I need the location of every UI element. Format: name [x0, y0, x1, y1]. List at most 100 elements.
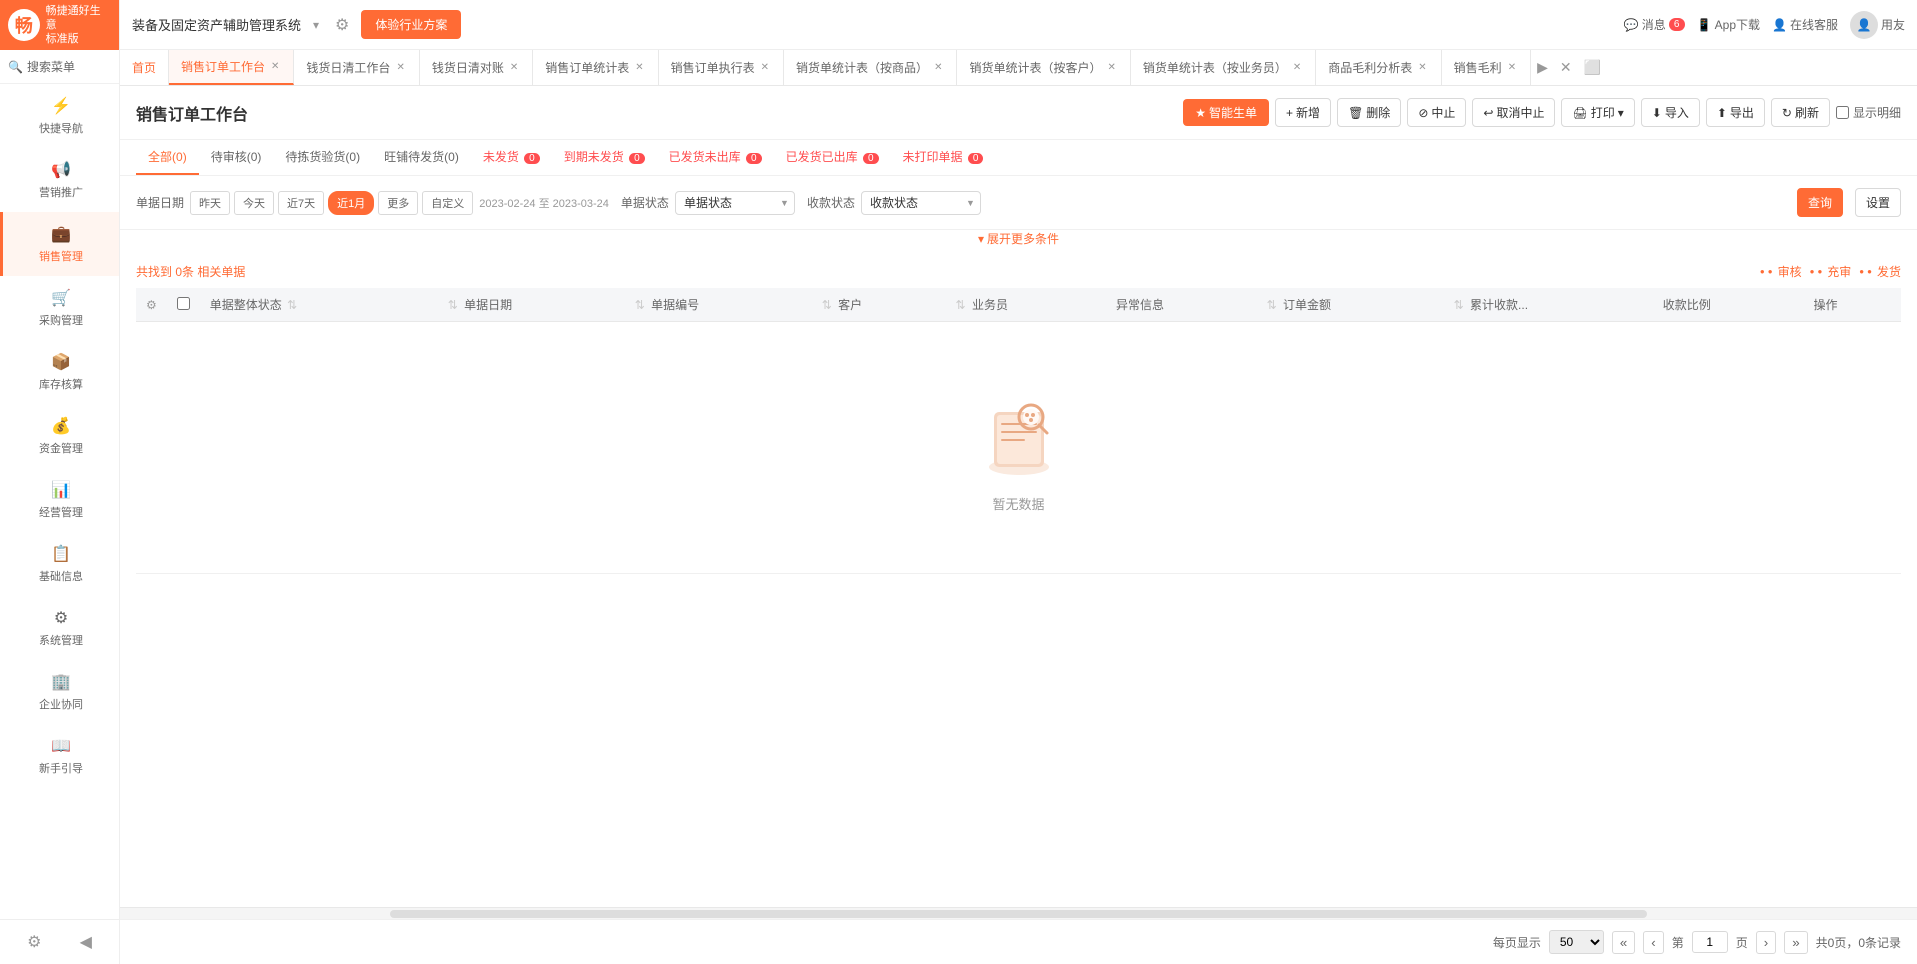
tab-maximize[interactable]: ⬜	[1578, 59, 1607, 76]
col-collected: ⇅ 累计收款...	[1444, 288, 1653, 322]
cancel-stop-button[interactable]: ↩ 取消中止	[1472, 98, 1555, 127]
show-detail-label[interactable]: 显示明细	[1836, 104, 1901, 121]
sort-customer-icon[interactable]: ⇅	[822, 298, 832, 312]
date-btn-yesterday[interactable]: 昨天	[190, 191, 230, 215]
tab-close-customer[interactable]: ✕	[1105, 60, 1117, 75]
print-button[interactable]: 🖨 打印 ▾	[1561, 98, 1634, 127]
date-btn-custom[interactable]: 自定义	[422, 191, 473, 215]
query-button[interactable]: 查询	[1797, 188, 1843, 217]
tab-close-product[interactable]: ✕	[932, 60, 944, 75]
tab-close-receivable[interactable]: ✕	[1506, 60, 1518, 75]
shipped-out-badge: 0	[863, 153, 879, 164]
sort-date-icon[interactable]: ⇅	[448, 298, 458, 312]
tab-close-sales-stats[interactable]: ✕	[633, 60, 645, 75]
sidebar-item-enterprise[interactable]: 🏢 企业协同	[0, 660, 119, 724]
tab-close-cash-daily[interactable]: ✕	[394, 60, 406, 75]
sidebar-item-guide[interactable]: 📖 新手引导	[0, 724, 119, 788]
tab-sales-summary-staff[interactable]: 销货单统计表（按业务员） ✕	[1131, 50, 1316, 85]
sidebar-collapse-btn[interactable]: ◀	[76, 928, 96, 956]
sort-status-icon[interactable]: ⇅	[287, 298, 297, 312]
first-page-btn[interactable]: «	[1612, 931, 1635, 954]
tab-sales-summary-customer[interactable]: 销货单统计表（按客户） ✕	[957, 50, 1130, 85]
tab-cash-daily[interactable]: 钱货日清工作台 ✕	[294, 50, 419, 85]
refresh-button[interactable]: ↻ 刷新	[1771, 98, 1830, 127]
filter-settings-button[interactable]: 设置	[1855, 188, 1901, 217]
date-btn-1month[interactable]: 近1月	[328, 191, 374, 215]
tab-sales-workbench[interactable]: 销售订单工作台 ✕	[169, 50, 294, 85]
message-icon: 💬	[1624, 18, 1639, 32]
sidebar-item-marketing[interactable]: 📢 营销推广	[0, 148, 119, 212]
tab-close-sales-workbench[interactable]: ✕	[269, 59, 281, 74]
page-size-select[interactable]: 20 50 100 200	[1549, 930, 1604, 954]
import-button[interactable]: ⬇ 导入	[1641, 98, 1700, 127]
import-icon: ⬇	[1652, 106, 1662, 120]
next-page-btn[interactable]: ›	[1756, 931, 1776, 954]
filter-tab-overdue[interactable]: 到期未发货 0	[552, 140, 657, 175]
tab-home[interactable]: 首页	[120, 50, 169, 85]
prev-page-btn[interactable]: ‹	[1643, 931, 1663, 954]
filter-tab-shipped-out[interactable]: 已发货已出库 0	[774, 140, 891, 175]
payment-select[interactable]: 收款状态	[861, 191, 981, 215]
tab-sales-receivable[interactable]: 销售毛利 ✕	[1442, 50, 1531, 85]
tab-close-sales-exec[interactable]: ✕	[759, 60, 771, 75]
date-btn-today[interactable]: 今天	[234, 191, 274, 215]
sidebar-item-sales[interactable]: 💼 销售管理	[0, 212, 119, 276]
user-menu-btn[interactable]: 👤 用友	[1850, 11, 1905, 39]
sidebar-item-purchase[interactable]: 🛒 采购管理	[0, 276, 119, 340]
select-all-checkbox[interactable]	[177, 297, 190, 310]
status-filter-group: 单据状态 单据状态	[621, 191, 795, 215]
export-button[interactable]: ⬆ 导出	[1706, 98, 1765, 127]
filter-tab-wangpu[interactable]: 旺铺待发货(0)	[372, 140, 471, 175]
tab-cash-reconcile[interactable]: 钱货日清对账 ✕	[420, 50, 533, 85]
sidebar-item-base-info[interactable]: 📋 基础信息	[0, 532, 119, 596]
tab-scroll-right[interactable]: ▶	[1531, 59, 1554, 76]
add-button[interactable]: + 新增	[1275, 98, 1331, 127]
sidebar-item-inventory[interactable]: 📦 库存核算	[0, 340, 119, 404]
message-btn[interactable]: 💬 消息 6	[1624, 16, 1685, 33]
cancel-review-link[interactable]: ● 充审	[1810, 263, 1852, 280]
filter-tab-not-printed[interactable]: 未打印单据 0	[891, 140, 996, 175]
tab-close-staff[interactable]: ✕	[1291, 60, 1303, 75]
expand-conditions-btn[interactable]: ▾ 展开更多条件	[978, 230, 1059, 247]
stop-button[interactable]: ⊘ 中止	[1407, 98, 1466, 127]
col-settings[interactable]: ⚙	[136, 288, 167, 322]
date-btn-7days[interactable]: 近7天	[278, 191, 324, 215]
online-service-btn[interactable]: 👤 在线客服	[1772, 16, 1838, 33]
tab-sales-summary-product[interactable]: 销货单统计表（按商品） ✕	[784, 50, 957, 85]
sidebar-item-quick-nav[interactable]: ⚡ 快捷导航	[0, 84, 119, 148]
table-action-links: ● 审核 ● 充审 ● 发货	[1760, 263, 1901, 280]
smart-create-button[interactable]: ★ 智能生单	[1183, 99, 1269, 126]
delete-button[interactable]: 🗑 删除	[1337, 98, 1401, 127]
tab-close-all[interactable]: ✕	[1554, 59, 1578, 76]
tab-sales-stats[interactable]: 销售订单统计表 ✕	[533, 50, 658, 85]
tab-gross-profit[interactable]: 商品毛利分析表 ✕	[1316, 50, 1441, 85]
show-detail-checkbox[interactable]	[1836, 106, 1849, 119]
sidebar-settings-btn[interactable]: ⚙	[23, 928, 45, 956]
sort-collected-icon[interactable]: ⇅	[1454, 298, 1464, 312]
sidebar-item-system[interactable]: ⚙ 系统管理	[0, 596, 119, 660]
status-select[interactable]: 单据状态	[675, 191, 795, 215]
filter-tab-not-shipped[interactable]: 未发货 0	[471, 140, 552, 175]
last-page-btn[interactable]: »	[1784, 931, 1807, 954]
sidebar-search[interactable]: 🔍 搜索菜单	[0, 50, 119, 84]
sort-amount-icon[interactable]: ⇅	[1267, 298, 1277, 312]
tab-close-gross[interactable]: ✕	[1416, 60, 1428, 75]
sidebar-item-operations[interactable]: 📊 经营管理	[0, 468, 119, 532]
solution-button[interactable]: 体验行业方案	[361, 10, 461, 39]
filter-tab-pending-review[interactable]: 待审核(0)	[199, 140, 274, 175]
sort-salesperson-icon[interactable]: ⇅	[956, 298, 966, 312]
horizontal-scrollbar[interactable]	[120, 907, 1917, 919]
review-link[interactable]: ● 审核	[1760, 263, 1802, 280]
ship-link[interactable]: ● 发货	[1859, 263, 1901, 280]
date-btn-more[interactable]: 更多	[378, 191, 418, 215]
filter-tab-pending-inspect[interactable]: 待拣货验货(0)	[273, 140, 372, 175]
tab-sales-exec[interactable]: 销售订单执行表 ✕	[659, 50, 784, 85]
tab-close-cash-reconcile[interactable]: ✕	[508, 60, 520, 75]
sidebar-item-finance[interactable]: 💰 资金管理	[0, 404, 119, 468]
page-number-input[interactable]	[1692, 931, 1728, 953]
filter-tab-shipped-not-out[interactable]: 已发货未出库 0	[657, 140, 774, 175]
app-download-btn[interactable]: 📱 App下载	[1697, 16, 1760, 33]
sort-number-icon[interactable]: ⇅	[635, 298, 645, 312]
filter-tab-all[interactable]: 全部(0)	[136, 140, 199, 175]
topbar-settings-icon[interactable]: ⚙	[335, 15, 349, 35]
